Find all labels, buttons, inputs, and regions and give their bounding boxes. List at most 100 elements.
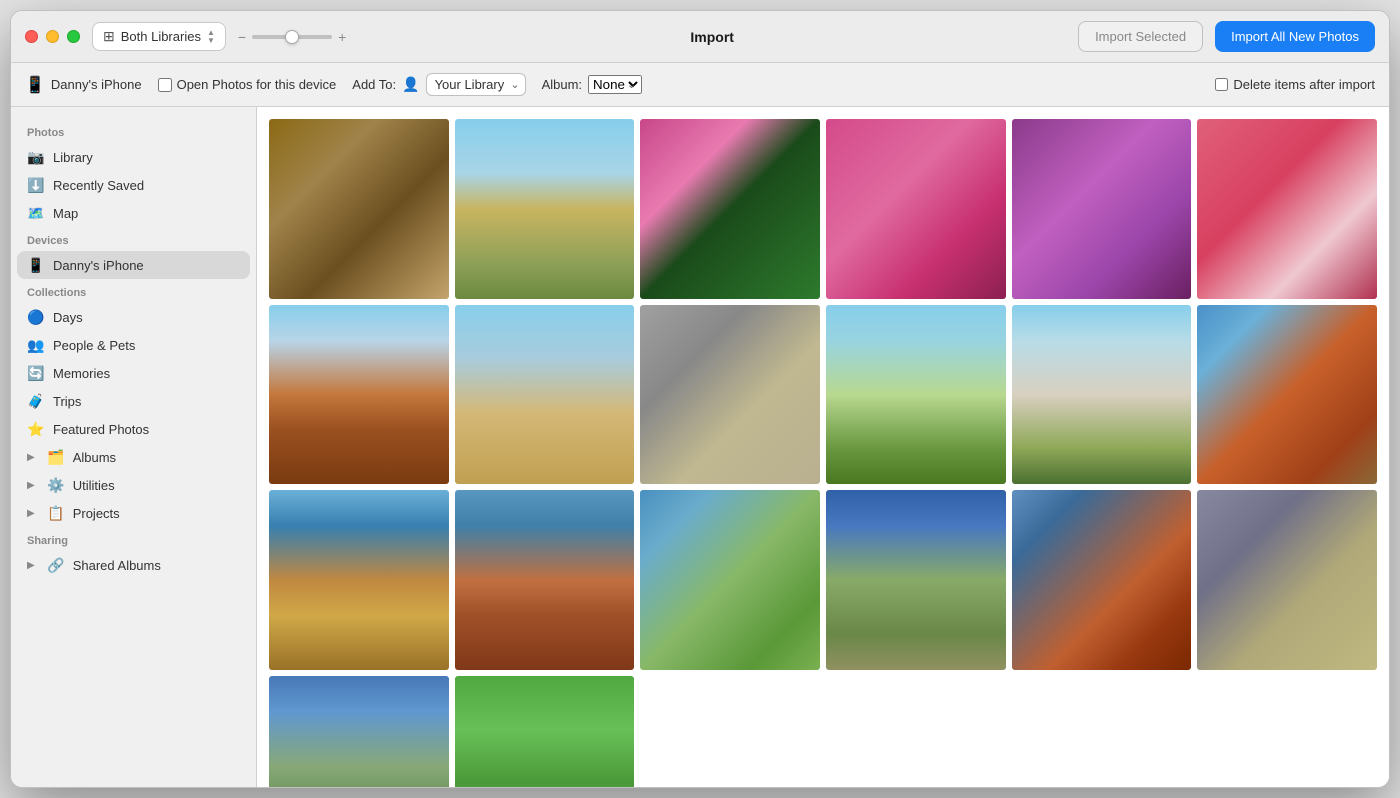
shared-albums-icon: 🔗 (47, 556, 65, 574)
sidebar-library-label: Library (53, 150, 93, 165)
sidebar-item-projects[interactable]: ▶ 📋 Projects (11, 499, 256, 527)
main-window: ⊞ Both Libraries ▲ ▼ − + Import Import S… (10, 10, 1390, 788)
sidebar-shared-albums-label: Shared Albums (73, 558, 161, 573)
sidebar-item-utilities[interactable]: ▶ ⚙️ Utilities (11, 471, 256, 499)
device-name: 📱 Danny's iPhone (25, 75, 142, 95)
photo-cell-17[interactable] (1012, 490, 1192, 670)
sidebar-item-albums[interactable]: ▶ 🗂️ Albums (11, 443, 256, 471)
photo-cell-19[interactable] (269, 676, 449, 787)
sidebar-item-map[interactable]: 🗺️ Map (11, 199, 256, 227)
photo-cell-2[interactable] (455, 119, 635, 299)
photos-section-label: Photos (11, 119, 256, 143)
sidebar-item-trips[interactable]: 🧳 Trips (11, 387, 256, 415)
subtoolbar: 📱 Danny's iPhone Open Photos for this de… (11, 63, 1389, 107)
sidebar-item-library[interactable]: 📷 Library (11, 143, 256, 171)
open-photos-checkbox[interactable] (158, 78, 172, 92)
traffic-lights (25, 30, 80, 43)
albums-icon: 🗂️ (47, 448, 65, 466)
sidebar-item-featured[interactable]: ⭐ Featured Photos (11, 415, 256, 443)
recently-saved-icon: ⬇️ (27, 176, 45, 194)
photo-grid (269, 119, 1377, 787)
sidebar-item-device[interactable]: 📱 Danny's iPhone (17, 251, 250, 279)
shared-albums-expand-icon: ▶ (27, 560, 35, 571)
delete-after-checkbox[interactable] (1215, 78, 1228, 91)
utilities-expand-icon: ▶ (27, 480, 35, 491)
photo-cell-5[interactable] (1012, 119, 1192, 299)
utilities-icon: ⚙️ (47, 476, 65, 494)
zoom-minus-label: − (238, 29, 246, 45)
close-button[interactable] (25, 30, 38, 43)
minimize-button[interactable] (46, 30, 59, 43)
delete-after-label[interactable]: Delete items after import (1215, 77, 1375, 92)
maximize-button[interactable] (67, 30, 80, 43)
photo-cell-4[interactable] (826, 119, 1006, 299)
sidebar-item-days[interactable]: 🔵 Days (11, 303, 256, 331)
photo-cell-16[interactable] (826, 490, 1006, 670)
devices-section-label: Devices (11, 227, 256, 251)
people-pets-icon: 👥 (27, 336, 45, 354)
sidebar-featured-label: Featured Photos (53, 422, 149, 437)
days-icon: 🔵 (27, 308, 45, 326)
photo-cell-15[interactable] (640, 490, 820, 670)
sidebar-item-recently-saved[interactable]: ⬇️ Recently Saved (11, 171, 256, 199)
photo-cell-8[interactable] (455, 305, 635, 485)
library-select-wrapper: Your Library (426, 73, 526, 96)
photo-cell-20[interactable] (455, 676, 635, 787)
titlebar: ⊞ Both Libraries ▲ ▼ − + Import Import S… (11, 11, 1389, 63)
open-photos-text: Open Photos for this device (177, 77, 337, 92)
photo-cell-13[interactable] (269, 490, 449, 670)
import-selected-button[interactable]: Import Selected (1078, 21, 1203, 52)
library-selector-label: Both Libraries (121, 29, 201, 44)
trips-icon: 🧳 (27, 392, 45, 410)
library-icon: 📷 (27, 148, 45, 166)
sidebar-people-pets-label: People & Pets (53, 338, 135, 353)
photo-cell-10[interactable] (826, 305, 1006, 485)
projects-icon: 📋 (47, 504, 65, 522)
delete-after-text: Delete items after import (1233, 77, 1375, 92)
sidebar-device-label: Danny's iPhone (53, 258, 144, 273)
sidebar-days-label: Days (53, 310, 83, 325)
device-sidebar-icon: 📱 (27, 256, 45, 274)
photo-cell-3[interactable] (640, 119, 820, 299)
photo-cell-9[interactable] (640, 305, 820, 485)
library-select[interactable]: Your Library (426, 73, 526, 96)
add-to-label: Add To: (352, 77, 396, 92)
album-label: Album: (542, 77, 582, 92)
sidebar-utilities-label: Utilities (73, 478, 115, 493)
sharing-section-label: Sharing (11, 527, 256, 551)
collections-section-label: Collections (11, 279, 256, 303)
map-icon: 🗺️ (27, 204, 45, 222)
add-to-section: Add To: 👤 Your Library (352, 73, 525, 96)
photo-cell-12[interactable] (1197, 305, 1377, 485)
sidebar-item-shared-albums[interactable]: ▶ 🔗 Shared Albums (11, 551, 256, 579)
photo-cell-18[interactable] (1197, 490, 1377, 670)
album-select-wrapper: None (588, 75, 642, 94)
zoom-control: − + (238, 29, 346, 45)
featured-icon: ⭐ (27, 420, 45, 438)
photo-cell-7[interactable] (269, 305, 449, 485)
open-photos-label[interactable]: Open Photos for this device (158, 77, 337, 92)
device-name-label: Danny's iPhone (51, 77, 142, 92)
zoom-slider[interactable] (252, 35, 332, 39)
main-area: Photos 📷 Library ⬇️ Recently Saved 🗺️ Ma… (11, 107, 1389, 787)
sidebar-item-people-pets[interactable]: 👥 People & Pets (11, 331, 256, 359)
photos-grid-icon: ⊞ (103, 28, 115, 45)
photo-cell-11[interactable] (1012, 305, 1192, 485)
zoom-plus-label: + (338, 29, 346, 45)
sidebar-memories-label: Memories (53, 366, 110, 381)
sidebar-item-memories[interactable]: 🔄 Memories (11, 359, 256, 387)
iphone-icon: 📱 (25, 75, 45, 95)
photo-cell-1[interactable] (269, 119, 449, 299)
photo-cell-14[interactable] (455, 490, 635, 670)
photo-cell-6[interactable] (1197, 119, 1377, 299)
sidebar-map-label: Map (53, 206, 78, 221)
album-select[interactable]: None (588, 75, 642, 94)
library-selector[interactable]: ⊞ Both Libraries ▲ ▼ (92, 22, 226, 51)
albums-expand-icon: ▶ (27, 452, 35, 463)
sidebar: Photos 📷 Library ⬇️ Recently Saved 🗺️ Ma… (11, 107, 257, 787)
sidebar-recently-saved-label: Recently Saved (53, 178, 144, 193)
chevron-up-down-icon: ▲ ▼ (207, 29, 215, 45)
person-icon: 👤 (402, 76, 419, 93)
album-section: Album: None (542, 75, 642, 94)
import-all-button[interactable]: Import All New Photos (1215, 21, 1375, 52)
